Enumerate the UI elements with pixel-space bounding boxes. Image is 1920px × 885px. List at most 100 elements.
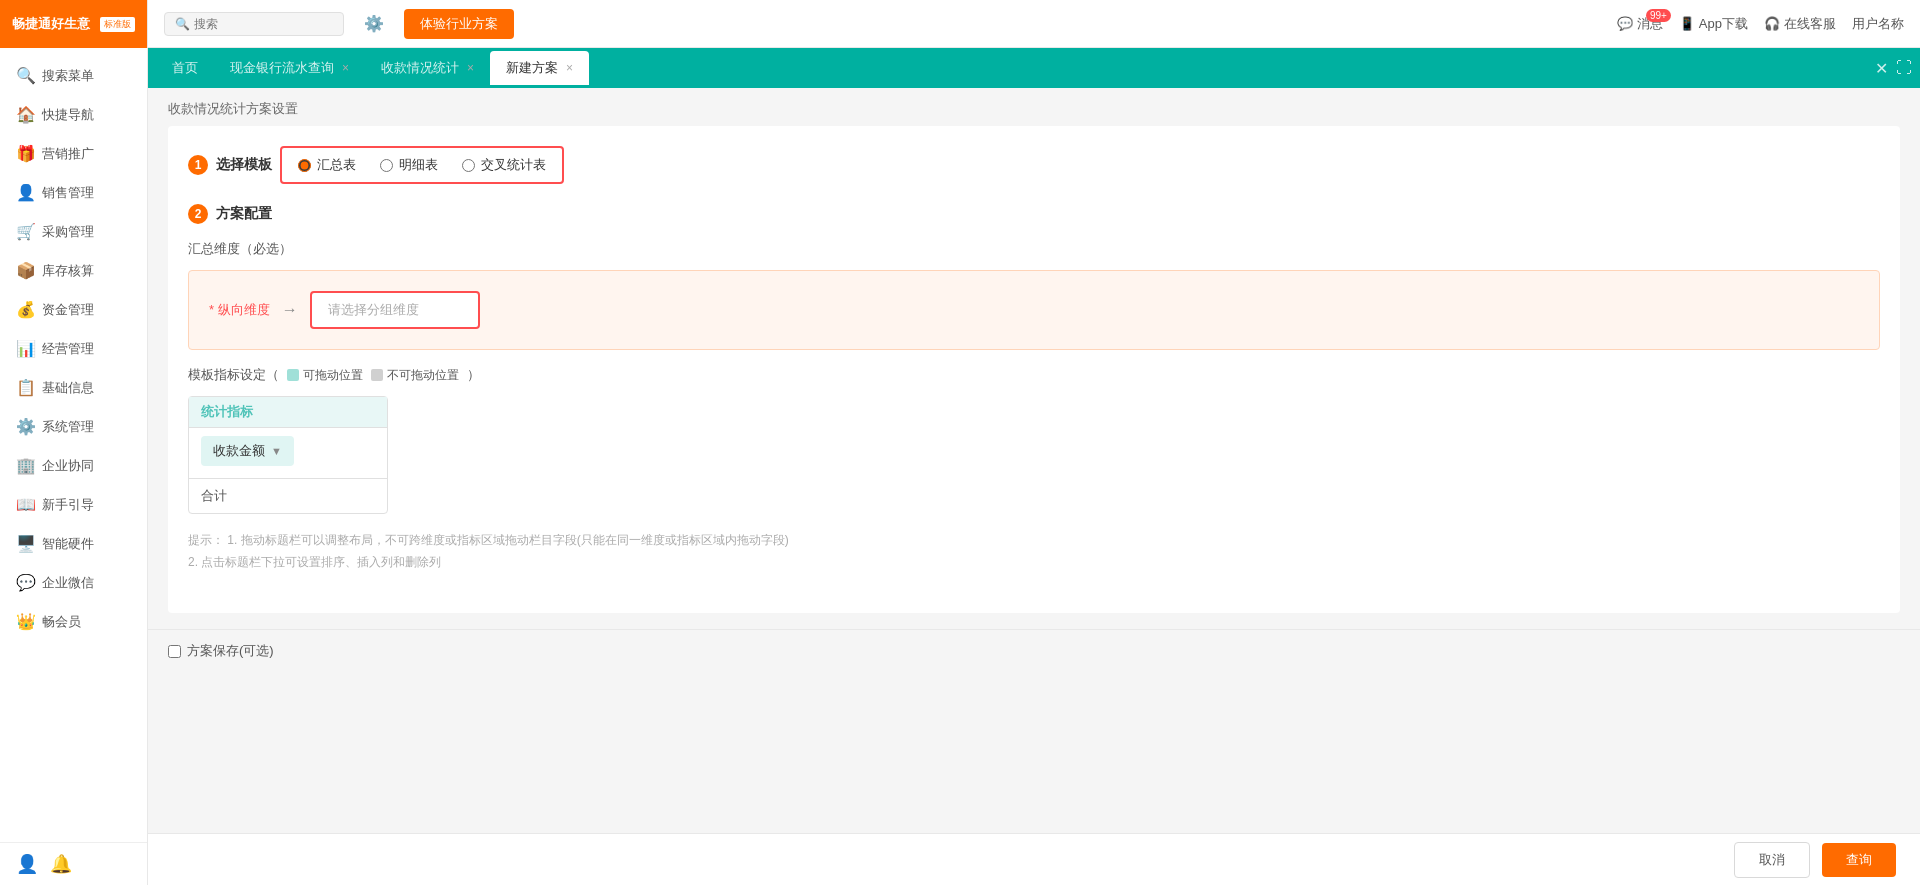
tab-home-label: 首页 [172, 59, 198, 77]
sidebar-item-sales[interactable]: 👤销售管理 [0, 173, 147, 212]
purchase-label: 采购管理 [42, 223, 94, 241]
dropdown-icon: ▼ [271, 445, 282, 457]
download-icon: 📱 [1679, 16, 1695, 31]
enterprise-label: 企业协同 [42, 457, 94, 475]
marketing-label: 营销推广 [42, 145, 94, 163]
wechat-label: 企业微信 [42, 574, 94, 592]
system-label: 系统管理 [42, 418, 94, 436]
member-icon: 👑 [16, 612, 34, 631]
sales-icon: 👤 [16, 183, 34, 202]
close-tab-icon[interactable]: ✕ [1875, 59, 1888, 78]
step1-number: 1 [188, 155, 208, 175]
sidebar-item-basics[interactable]: 📋基础信息 [0, 368, 147, 407]
sidebar-logo: 畅捷通好生意 标准版 [0, 0, 147, 48]
marketing-icon: 🎁 [16, 144, 34, 163]
step1-section: 1 选择模板 汇总表 明细表 交叉统计表 [188, 146, 1880, 184]
enterprise-icon: 🏢 [16, 456, 34, 475]
message-icon: 💬 [1617, 16, 1633, 31]
save-checkbox-input[interactable] [168, 645, 181, 658]
step2-title: 方案配置 [216, 205, 272, 223]
sidebar-item-finance[interactable]: 💰资金管理 [0, 290, 147, 329]
metrics-total: 合计 [201, 488, 227, 503]
movable-label: 可拖动位置 [303, 367, 363, 384]
username: 用户名称 [1852, 15, 1904, 33]
step1-title: 选择模板 [216, 156, 272, 174]
gear-icon[interactable]: ⚙️ [364, 14, 384, 33]
metrics-section-label: 统计指标 [201, 404, 253, 419]
sidebar-item-operations[interactable]: 📊经营管理 [0, 329, 147, 368]
main-area: 🔍 ⚙️ 体验行业方案 💬 消息 99+ 📱 App下载 🎧 在线客服 用户名称 [148, 0, 1920, 885]
save-checkbox[interactable]: 方案保存(可选) [168, 642, 274, 660]
sidebar-item-wechat[interactable]: 💬 企业微信 [0, 563, 147, 602]
download-button[interactable]: 📱 App下载 [1679, 15, 1748, 33]
metrics-item-receipts[interactable]: 收款金额 ▼ [201, 436, 294, 466]
radio-cross[interactable]: 交叉统计表 [462, 156, 546, 174]
radio-cross-input[interactable] [462, 159, 475, 172]
inventory-label: 库存核算 [42, 262, 94, 280]
sidebar-item-guide[interactable]: 📖新手引导 [0, 485, 147, 524]
tab-cash-flow[interactable]: 现金银行流水查询 × [214, 51, 365, 85]
tab-home[interactable]: 首页 [156, 51, 214, 85]
arrow-icon: → [282, 301, 298, 319]
operations-label: 经营管理 [42, 340, 94, 358]
user-icon[interactable]: 👤 [16, 853, 38, 875]
sidebar-item-system[interactable]: ⚙️ 系统管理 [0, 407, 147, 446]
dimension-selector[interactable]: 请选择分组维度 [310, 291, 480, 329]
radio-summary[interactable]: 汇总表 [298, 156, 356, 174]
tip-2: 2. 点击标题栏下拉可设置排序、插入列和删除列 [188, 552, 1880, 574]
vertical-label: * 纵向维度 [209, 301, 270, 319]
basics-label: 基础信息 [42, 379, 94, 397]
trial-button[interactable]: 体验行业方案 [404, 9, 514, 39]
messages-badge: 99+ [1646, 9, 1671, 22]
guide-icon: 📖 [16, 495, 34, 514]
metrics-config-area: 统计指标 收款金额 ▼ 合计 [188, 396, 1880, 514]
cancel-button[interactable]: 取消 [1734, 842, 1810, 878]
tab-cash-flow-close[interactable]: × [342, 61, 349, 75]
action-bar: 取消 查询 [148, 833, 1920, 885]
sidebar-item-enterprise[interactable]: 🏢 企业协同 [0, 446, 147, 485]
radio-detail[interactable]: 明细表 [380, 156, 438, 174]
tab-cash-flow-label: 现金银行流水查询 [230, 59, 334, 77]
tip-1: 提示： 1. 拖动标题栏可以调整布局，不可跨维度或指标区域拖动栏目字段(只能在同… [188, 530, 1880, 552]
page-title: 收款情况统计方案设置 [168, 101, 298, 116]
radio-cross-label: 交叉统计表 [481, 156, 546, 174]
sidebar-item-member[interactable]: 👑畅会员 [0, 602, 147, 641]
tab-new-plan-close[interactable]: × [566, 61, 573, 75]
quick-nav-icon: 🏠 [16, 105, 34, 124]
metrics-total-row: 合计 [189, 479, 387, 513]
wechat-icon: 💬 [16, 573, 34, 592]
finance-label: 资金管理 [42, 301, 94, 319]
tab-receipt-stats-close[interactable]: × [467, 61, 474, 75]
movable-dot [287, 369, 299, 381]
system-icon: ⚙️ [16, 417, 34, 436]
search-menu-icon: 🔍 [16, 66, 34, 85]
service-button[interactable]: 🎧 在线客服 [1764, 15, 1836, 33]
sidebar-nav: 🔍 搜索菜单 🏠 快捷导航 🎁 营销推广 👤销售管理 🛒 采购管理 📦库存核算💰资金管理📊经营管理… [0, 48, 147, 842]
search-input[interactable] [194, 17, 324, 31]
messages-button[interactable]: 💬 消息 99+ [1617, 15, 1663, 33]
sidebar-item-quick-nav[interactable]: 🏠 快捷导航 [0, 95, 147, 134]
maximize-icon[interactable]: ⛶ [1896, 59, 1912, 77]
radio-summary-label: 汇总表 [317, 156, 356, 174]
radio-detail-input[interactable] [380, 159, 393, 172]
search-menu-label: 搜索菜单 [42, 67, 94, 85]
sidebar-item-marketing[interactable]: 🎁 营销推广 [0, 134, 147, 173]
service-icon: 🎧 [1764, 16, 1780, 31]
sidebar: 畅捷通好生意 标准版 🔍 搜索菜单 🏠 快捷导航 🎁 营销推广 👤销售管理 🛒 采购管理 📦库存核… [0, 0, 148, 885]
tab-new-plan-label: 新建方案 [506, 59, 558, 77]
purchase-icon: 🛒 [16, 222, 34, 241]
tab-receipt-stats[interactable]: 收款情况统计 × [365, 51, 490, 85]
search-box[interactable]: 🔍 [164, 12, 344, 36]
fixed-indicator: 不可拖动位置 [371, 367, 459, 384]
search-icon: 🔍 [175, 17, 190, 31]
notification-icon[interactable]: 🔔 [50, 853, 72, 875]
save-checkbox-label: 方案保存(可选) [187, 642, 274, 660]
sidebar-item-search-menu[interactable]: 🔍 搜索菜单 [0, 56, 147, 95]
sidebar-item-hardware[interactable]: 🖥️智能硬件 [0, 524, 147, 563]
quick-nav-label: 快捷导航 [42, 106, 94, 124]
sidebar-item-inventory[interactable]: 📦库存核算 [0, 251, 147, 290]
query-button[interactable]: 查询 [1822, 843, 1896, 877]
tab-new-plan[interactable]: 新建方案 × [490, 51, 589, 85]
radio-summary-input[interactable] [298, 159, 311, 172]
sidebar-item-purchase[interactable]: 🛒 采购管理 [0, 212, 147, 251]
